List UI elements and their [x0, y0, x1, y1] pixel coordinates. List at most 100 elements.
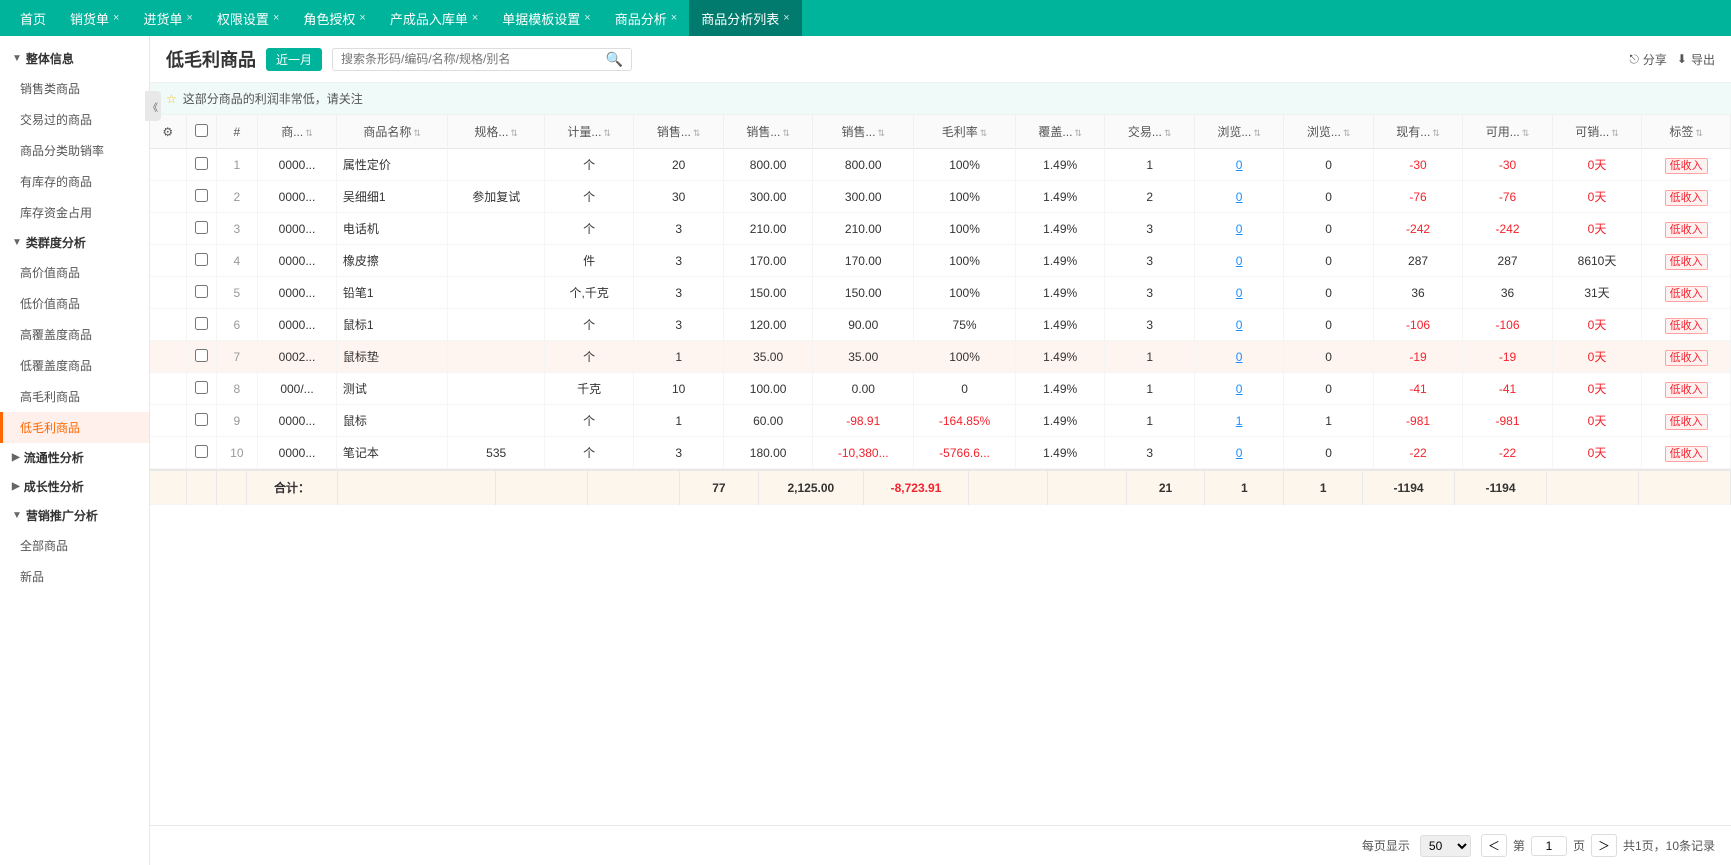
- th-sales-qty[interactable]: 销售...⇅: [634, 115, 723, 149]
- sidebar-group-cluster[interactable]: ▼ 类群度分析: [0, 228, 149, 257]
- sidebar-item-sales-goods[interactable]: 销售类商品: [0, 73, 149, 104]
- th-sales-amount[interactable]: 销售...⇅: [813, 115, 914, 149]
- view1-link[interactable]: 0: [1236, 158, 1243, 172]
- close-icon[interactable]: ×: [472, 12, 478, 24]
- th-spec[interactable]: 规格...⇅: [448, 115, 545, 149]
- nav-item-purchase[interactable]: 进货单 ×: [131, 0, 204, 36]
- th-current-stock[interactable]: 现有...⇅: [1373, 115, 1462, 149]
- view1-link[interactable]: 0: [1236, 254, 1243, 268]
- close-icon[interactable]: ×: [783, 12, 789, 24]
- view1-link[interactable]: 0: [1236, 190, 1243, 204]
- td-checkbox[interactable]: [186, 405, 216, 437]
- th-view1[interactable]: 浏览...⇅: [1194, 115, 1283, 149]
- time-filter-button[interactable]: 近一月: [266, 48, 322, 71]
- td-checkbox[interactable]: [186, 341, 216, 373]
- sidebar-item-low-margin[interactable]: 低毛利商品: [0, 412, 149, 443]
- td-view1[interactable]: 0: [1194, 149, 1283, 181]
- export-button[interactable]: ⬇ 导出: [1677, 51, 1715, 68]
- next-page-button[interactable]: ＞: [1591, 834, 1617, 857]
- td-checkbox[interactable]: [186, 437, 216, 469]
- sidebar-item-all-goods[interactable]: 全部商品: [0, 530, 149, 561]
- td-checkbox[interactable]: [186, 245, 216, 277]
- th-tag[interactable]: 标签⇅: [1642, 115, 1731, 149]
- td-checkbox[interactable]: [186, 213, 216, 245]
- view1-link[interactable]: 0: [1236, 350, 1243, 364]
- sidebar-item-traded-goods[interactable]: 交易过的商品: [0, 104, 149, 135]
- nav-item-template[interactable]: 单据模板设置 ×: [490, 0, 602, 36]
- td-view1[interactable]: 0: [1194, 245, 1283, 277]
- sidebar-collapse-button[interactable]: 《: [145, 91, 161, 121]
- sidebar-item-high-coverage[interactable]: 高覆盖度商品: [0, 319, 149, 350]
- td-view1[interactable]: 0: [1194, 309, 1283, 341]
- view1-link[interactable]: 0: [1236, 286, 1243, 300]
- close-icon[interactable]: ×: [186, 12, 192, 24]
- close-icon[interactable]: ×: [273, 12, 279, 24]
- nav-item-permissions[interactable]: 权限设置 ×: [205, 0, 291, 36]
- row-checkbox[interactable]: [195, 317, 208, 330]
- row-checkbox[interactable]: [195, 221, 208, 234]
- td-view1[interactable]: 1: [1194, 405, 1283, 437]
- view1-link[interactable]: 0: [1236, 318, 1243, 332]
- td-view1[interactable]: 0: [1194, 181, 1283, 213]
- th-sales-price[interactable]: 销售...⇅: [723, 115, 812, 149]
- th-code[interactable]: 商...⇅: [258, 115, 337, 149]
- td-view1[interactable]: 0: [1194, 277, 1283, 309]
- row-checkbox[interactable]: [195, 349, 208, 362]
- th-name[interactable]: 商品名称⇅: [336, 115, 448, 149]
- nav-item-roles[interactable]: 角色授权 ×: [291, 0, 377, 36]
- th-trade[interactable]: 交易...⇅: [1105, 115, 1194, 149]
- sidebar-item-low-coverage[interactable]: 低覆盖度商品: [0, 350, 149, 381]
- td-checkbox[interactable]: [186, 181, 216, 213]
- th-gross-rate[interactable]: 毛利率⇅: [914, 115, 1016, 149]
- close-icon[interactable]: ×: [113, 12, 119, 24]
- view1-link[interactable]: 1: [1236, 414, 1243, 428]
- share-button[interactable]: ⎋ 分享: [1629, 51, 1667, 68]
- search-input[interactable]: [341, 52, 606, 66]
- sidebar-group-circulation[interactable]: ▶ 流通性分析: [0, 443, 149, 472]
- sidebar-item-new-goods[interactable]: 新品: [0, 561, 149, 592]
- row-checkbox[interactable]: [195, 445, 208, 458]
- sidebar-item-high-value[interactable]: 高价值商品: [0, 257, 149, 288]
- row-checkbox[interactable]: [195, 285, 208, 298]
- sidebar-item-low-value[interactable]: 低价值商品: [0, 288, 149, 319]
- view1-link[interactable]: 0: [1236, 222, 1243, 236]
- td-view1[interactable]: 0: [1194, 341, 1283, 373]
- view1-link[interactable]: 0: [1236, 446, 1243, 460]
- row-checkbox[interactable]: [195, 157, 208, 170]
- sidebar-group-growth[interactable]: ▶ 成长性分析: [0, 472, 149, 501]
- sidebar-item-in-stock[interactable]: 有库存的商品: [0, 166, 149, 197]
- td-checkbox[interactable]: [186, 309, 216, 341]
- view1-link[interactable]: 0: [1236, 382, 1243, 396]
- nav-item-stock-in[interactable]: 产成品入库单 ×: [378, 0, 490, 36]
- close-icon[interactable]: ×: [671, 12, 677, 24]
- sidebar-item-category-rate[interactable]: 商品分类助销率: [0, 135, 149, 166]
- td-view1[interactable]: 0: [1194, 373, 1283, 405]
- page-size-select[interactable]: 50 100 200: [1420, 835, 1471, 857]
- th-saleable[interactable]: 可销...⇅: [1552, 115, 1641, 149]
- td-view1[interactable]: 0: [1194, 213, 1283, 245]
- sidebar-item-high-margin[interactable]: 高毛利商品: [0, 381, 149, 412]
- th-available[interactable]: 可用...⇅: [1463, 115, 1552, 149]
- nav-item-analysis[interactable]: 商品分析 ×: [603, 0, 689, 36]
- td-view1[interactable]: 0: [1194, 437, 1283, 469]
- search-icon[interactable]: 🔍: [606, 51, 623, 68]
- th-coverage[interactable]: 覆盖...⇅: [1015, 115, 1104, 149]
- td-checkbox[interactable]: [186, 373, 216, 405]
- row-checkbox[interactable]: [195, 413, 208, 426]
- td-checkbox[interactable]: [186, 149, 216, 181]
- td-checkbox[interactable]: [186, 277, 216, 309]
- prev-page-button[interactable]: ＜: [1481, 834, 1507, 857]
- row-checkbox[interactable]: [195, 381, 208, 394]
- row-checkbox[interactable]: [195, 253, 208, 266]
- nav-item-analysis-list[interactable]: 商品分析列表 ×: [689, 0, 801, 36]
- close-icon[interactable]: ×: [359, 12, 365, 24]
- row-checkbox[interactable]: [195, 189, 208, 202]
- nav-item-sales[interactable]: 销货单 ×: [58, 0, 131, 36]
- nav-item-home[interactable]: 首页: [8, 0, 58, 36]
- page-number-input[interactable]: [1531, 836, 1567, 856]
- th-view2[interactable]: 浏览...⇅: [1284, 115, 1373, 149]
- select-all-checkbox[interactable]: [195, 124, 208, 137]
- sidebar-group-marketing[interactable]: ▼ 营销推广分析: [0, 501, 149, 530]
- sidebar-item-capital[interactable]: 库存资金占用: [0, 197, 149, 228]
- sidebar-group-overall[interactable]: ▼ 整体信息: [0, 44, 149, 73]
